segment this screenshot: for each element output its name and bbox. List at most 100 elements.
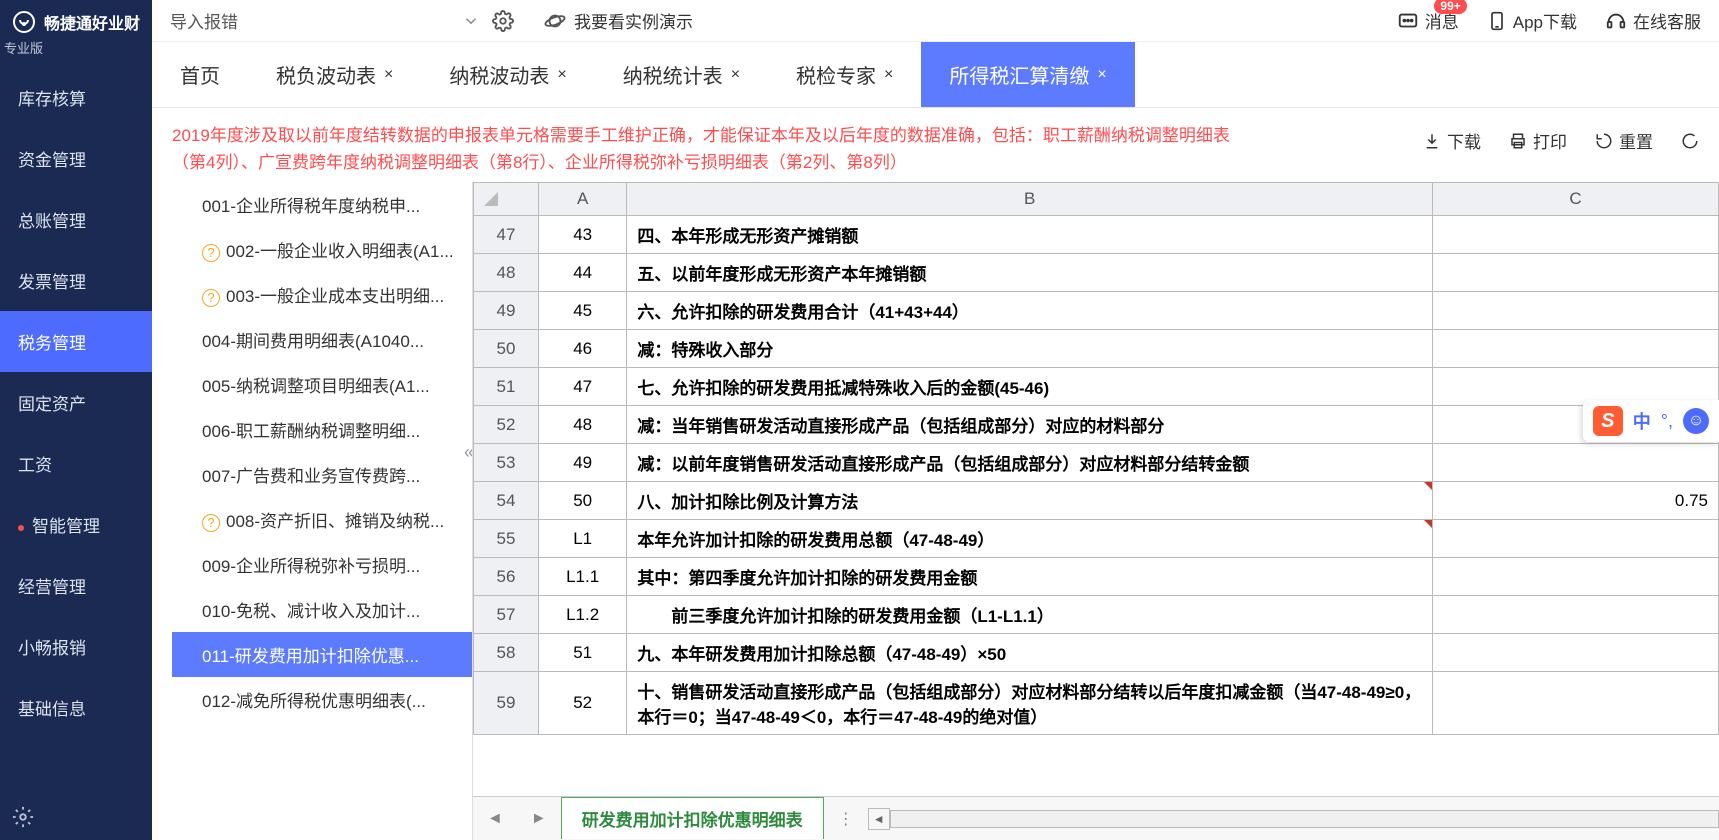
cell-b[interactable]: 减：当年销售研发活动直接形成产品（包括组成部分）对应的材料部分 — [627, 406, 1433, 444]
app-download-button[interactable]: App下载 — [1487, 8, 1577, 33]
cell-a[interactable]: 50 — [538, 482, 626, 520]
row-header[interactable]: 51 — [474, 368, 539, 406]
tree-item-6[interactable]: 007-广告费和业务宣传费跨... — [172, 452, 472, 497]
tree-item-10[interactable]: 011-研发费用加计扣除优惠... — [172, 632, 472, 677]
row-header[interactable]: 57 — [474, 596, 539, 634]
close-icon[interactable]: × — [884, 66, 893, 84]
cell-b[interactable]: 减：以前年度销售研发活动直接形成产品（包括组成部分）对应材料部分结转金额 — [627, 444, 1433, 482]
search-box[interactable]: 导入报错 — [170, 8, 514, 33]
tab-1[interactable]: 税负波动表× — [248, 42, 421, 107]
download-button[interactable]: 下载 — [1423, 128, 1481, 153]
cell-a[interactable]: 46 — [538, 330, 626, 368]
cell-a[interactable]: 45 — [538, 292, 626, 330]
cell-c[interactable] — [1433, 292, 1719, 330]
print-button[interactable]: 打印 — [1509, 128, 1567, 153]
cell-b[interactable]: 十、销售研发活动直接形成产品（包括组成部分）对应材料部分结转以后年度扣减金额（当… — [627, 672, 1433, 735]
grid-wrap[interactable]: A B C 4743四、本年形成无形资产摊销额4844五、以前年度形成无形资产本… — [473, 182, 1719, 796]
cell-a[interactable]: L1.1 — [538, 558, 626, 596]
tree-item-8[interactable]: 009-企业所得税弥补亏损明... — [172, 542, 472, 587]
sheet-prev[interactable]: ◄ — [473, 810, 517, 828]
sidebar-item-4[interactable]: 税务管理 — [0, 311, 152, 372]
scroll-left-button[interactable]: ◄ — [868, 808, 890, 830]
cell-c[interactable] — [1433, 216, 1719, 254]
horizontal-scrollbar[interactable]: ◄ — [868, 808, 1719, 830]
gear-icon[interactable] — [492, 10, 514, 32]
row-header[interactable]: 50 — [474, 330, 539, 368]
tree-item-1[interactable]: ?002-一般企业收入明细表(A1... — [172, 227, 472, 272]
cell-b[interactable]: 九、本年研发费用加计扣除总额（47-48-49）×50 — [627, 634, 1433, 672]
tree-item-2[interactable]: ?003-一般企业成本支出明细... — [172, 272, 472, 317]
cell-c[interactable] — [1433, 558, 1719, 596]
collapse-handle[interactable]: « — [464, 442, 472, 463]
cell-b[interactable]: 六、允许扣除的研发费用合计（41+43+44） — [627, 292, 1433, 330]
col-header-b[interactable]: B — [627, 183, 1433, 216]
row-header[interactable]: 47 — [474, 216, 539, 254]
sidebar-item-1[interactable]: 资金管理 — [0, 128, 152, 189]
sidebar-item-2[interactable]: 总账管理 — [0, 189, 152, 250]
cell-a[interactable]: 52 — [538, 672, 626, 735]
cell-a[interactable]: 51 — [538, 634, 626, 672]
col-header-c[interactable]: C — [1433, 183, 1719, 216]
row-header[interactable]: 59 — [474, 672, 539, 735]
cell-b[interactable]: 五、以前年度形成无形资产本年摊销额 — [627, 254, 1433, 292]
tree-item-5[interactable]: 006-职工薪酬纳税调整明细... — [172, 407, 472, 452]
ime-widget[interactable]: S 中 °, ☺ — [1583, 400, 1719, 442]
sidebar-item-5[interactable]: 固定资产 — [0, 372, 152, 433]
sheet-tab-active[interactable]: 研发费用加计扣除优惠明细表 — [561, 797, 824, 839]
close-icon[interactable]: × — [731, 66, 740, 84]
cell-c[interactable] — [1433, 520, 1719, 558]
cell-a[interactable]: 49 — [538, 444, 626, 482]
cell-a[interactable]: L1.2 — [538, 596, 626, 634]
cell-c[interactable] — [1433, 596, 1719, 634]
scroll-track[interactable] — [890, 810, 1719, 828]
tab-4[interactable]: 税检专家× — [768, 42, 921, 107]
cell-c[interactable] — [1433, 444, 1719, 482]
tab-3[interactable]: 纳税统计表× — [595, 42, 768, 107]
tree-item-11[interactable]: 012-减免所得税优惠明细表(... — [172, 677, 472, 722]
corner-cell[interactable] — [474, 183, 539, 216]
cell-a[interactable]: L1 — [538, 520, 626, 558]
cell-b[interactable]: 七、允许扣除的研发费用抵减特殊收入后的金额(45-46) — [627, 368, 1433, 406]
cell-c[interactable]: 0.75 — [1433, 482, 1719, 520]
row-header[interactable]: 48 — [474, 254, 539, 292]
online-service-button[interactable]: 在线客服 — [1605, 8, 1701, 33]
cell-b[interactable]: 其中：第四季度允许加计扣除的研发费用金额 — [627, 558, 1433, 596]
cell-a[interactable]: 43 — [538, 216, 626, 254]
col-header-a[interactable]: A — [538, 183, 626, 216]
sheet-next[interactable]: ► — [517, 810, 561, 828]
tree-item-7[interactable]: ?008-资产折旧、摊销及纳税... — [172, 497, 472, 542]
row-header[interactable]: 53 — [474, 444, 539, 482]
refresh-icon[interactable] — [1681, 132, 1699, 150]
row-header[interactable]: 55 — [474, 520, 539, 558]
row-header[interactable]: 49 — [474, 292, 539, 330]
sidebar-item-3[interactable]: 发票管理 — [0, 250, 152, 311]
cell-c[interactable] — [1433, 254, 1719, 292]
cell-c[interactable] — [1433, 672, 1719, 735]
settings-button[interactable] — [0, 794, 152, 840]
demo-link[interactable]: 我要看实例演示 — [544, 8, 693, 33]
cell-c[interactable] — [1433, 634, 1719, 672]
message-button[interactable]: 消息 99+ — [1397, 8, 1459, 33]
tree-item-0[interactable]: 001-企业所得税年度纳税申... — [172, 182, 472, 227]
cell-b[interactable]: 减：特殊收入部分 — [627, 330, 1433, 368]
close-icon[interactable]: × — [1097, 66, 1106, 84]
reset-button[interactable]: 重置 — [1595, 128, 1653, 153]
tree-item-9[interactable]: 010-免税、减计收入及加计... — [172, 587, 472, 632]
row-header[interactable]: 56 — [474, 558, 539, 596]
sidebar-item-8[interactable]: 经营管理 — [0, 555, 152, 616]
cell-a[interactable]: 48 — [538, 406, 626, 444]
row-header[interactable]: 52 — [474, 406, 539, 444]
sidebar-item-7[interactable]: 智能管理 — [0, 494, 152, 555]
tab-5[interactable]: 所得税汇算清缴× — [921, 42, 1134, 107]
tree-item-3[interactable]: 004-期间费用明细表(A1040... — [172, 317, 472, 362]
sidebar-item-0[interactable]: 库存核算 — [0, 67, 152, 128]
cell-b[interactable]: 前三季度允许加计扣除的研发费用金额（L1-L1.1） — [627, 596, 1433, 634]
close-icon[interactable]: × — [557, 66, 566, 84]
cell-a[interactable]: 44 — [538, 254, 626, 292]
tree-item-4[interactable]: 005-纳税调整项目明细表(A1... — [172, 362, 472, 407]
cell-b[interactable]: 八、加计扣除比例及计算方法 — [627, 482, 1433, 520]
close-icon[interactable]: × — [384, 66, 393, 84]
cell-a[interactable]: 47 — [538, 368, 626, 406]
row-header[interactable]: 58 — [474, 634, 539, 672]
sidebar-item-9[interactable]: 小畅报销 — [0, 616, 152, 677]
